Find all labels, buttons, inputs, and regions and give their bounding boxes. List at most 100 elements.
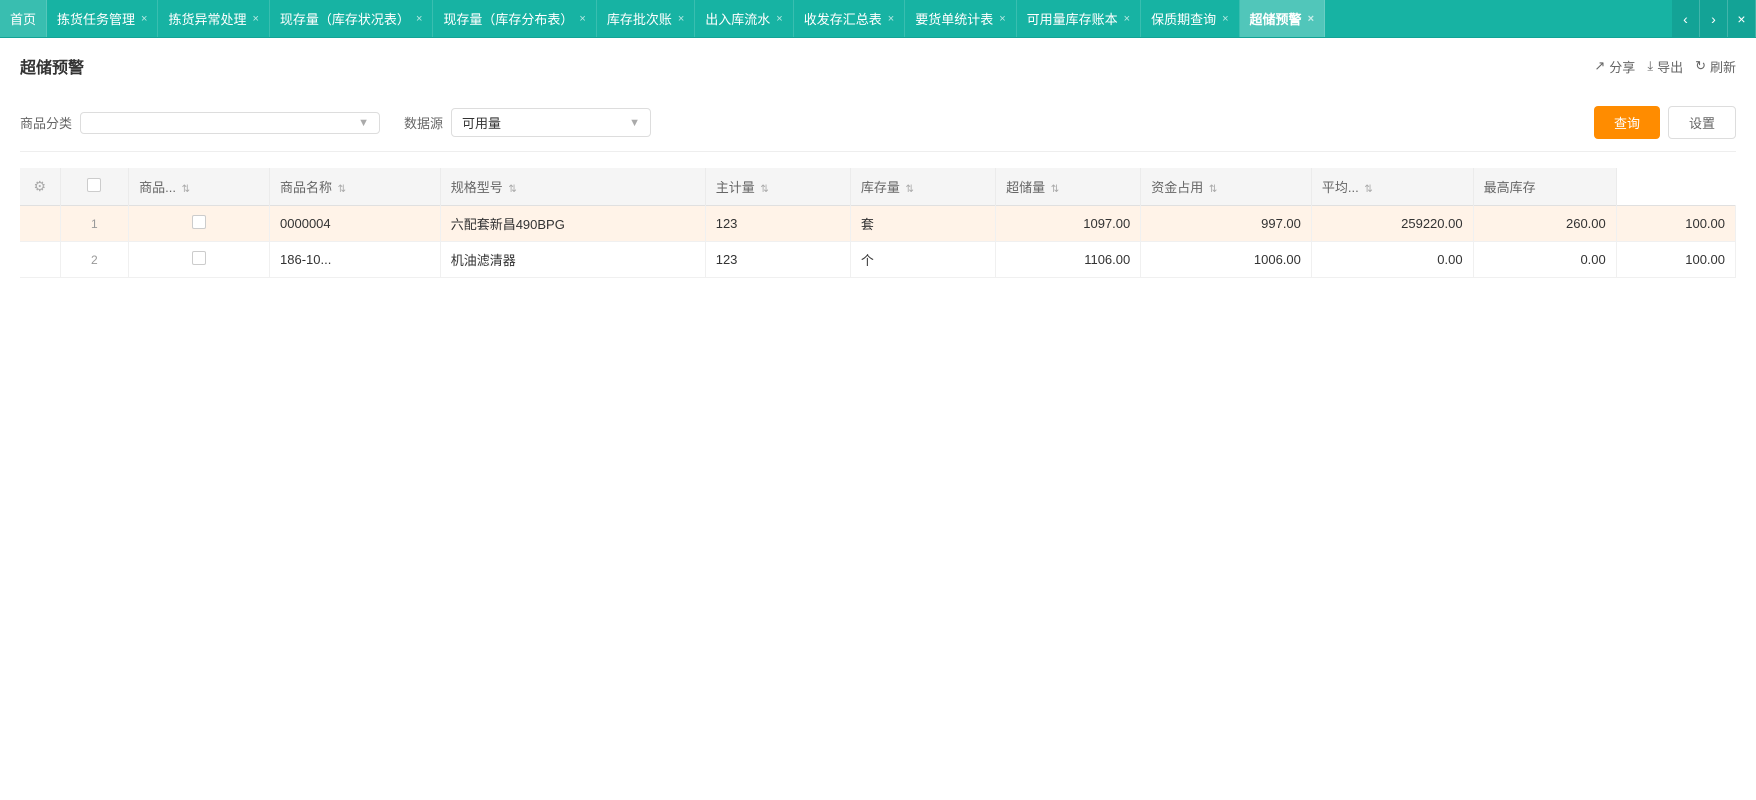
row-unit: 套 xyxy=(850,206,995,242)
nav-tab-batch[interactable]: 库存批次账 × xyxy=(597,0,695,37)
row-checkbox[interactable] xyxy=(192,251,206,265)
sort-icon[interactable]: ⇅ xyxy=(508,184,516,195)
col-capital: 资金占用 ⇅ xyxy=(1141,168,1312,206)
category-label: 商品分类 xyxy=(20,113,72,132)
row-settings-cell xyxy=(20,206,60,242)
sort-icon[interactable]: ⇅ xyxy=(760,184,768,195)
nav-tab-shelf-life[interactable]: 保质期查询 × xyxy=(1141,0,1239,37)
nav-arrows: ‹ › × xyxy=(1672,0,1756,38)
row-spec: 123 xyxy=(705,206,850,242)
sort-icon[interactable]: ⇅ xyxy=(1051,184,1059,195)
filter-actions: 查询 设置 xyxy=(1594,106,1736,139)
close-icon[interactable]: × xyxy=(776,13,782,25)
close-icon[interactable]: × xyxy=(678,13,684,25)
datasource-label: 数据源 xyxy=(404,113,443,132)
export-button[interactable]: ⤓ 导出 xyxy=(1647,57,1683,76)
close-icon[interactable]: × xyxy=(252,13,258,25)
table-row: 1 0000004 六配套新昌490BPG 123 套 1097.00 997.… xyxy=(20,206,1736,242)
nav-tab-available-stock[interactable]: 可用量库存账本 × xyxy=(1017,0,1141,37)
nav-tab-picking-task[interactable]: 拣货任务管理 × xyxy=(47,0,158,37)
top-nav: 首页 拣货任务管理 × 拣货异常处理 × 现存量（库存状况表） × 现存量（库存… xyxy=(0,0,1756,38)
nav-tab-home[interactable]: 首页 xyxy=(0,0,47,37)
refresh-button[interactable]: ↻ 刷新 xyxy=(1695,57,1736,76)
query-button[interactable]: 查询 xyxy=(1594,106,1660,139)
share-icon: ↗ xyxy=(1594,58,1605,74)
col-stock: 库存量 ⇅ xyxy=(850,168,995,206)
row-avg: 260.00 xyxy=(1473,206,1616,242)
sort-icon[interactable]: ⇅ xyxy=(906,184,914,195)
row-unit: 个 xyxy=(850,242,995,278)
row-stock: 1097.00 xyxy=(996,206,1141,242)
row-index-cell: 2 xyxy=(60,242,129,278)
col-product-name: 商品名称 ⇅ xyxy=(270,168,441,206)
nav-close-button[interactable]: × xyxy=(1728,0,1756,38)
page-header: 超储预警 ↗ 分享 ⤓ 导出 ↻ 刷新 xyxy=(20,54,1736,78)
category-select[interactable]: ▼ xyxy=(80,112,380,134)
data-table: ⚙ 商品... ⇅ 商品名称 ⇅ 规格型号 ⇅ 主计量 xyxy=(20,168,1736,278)
header-actions: ↗ 分享 ⤓ 导出 ↻ 刷新 xyxy=(1594,57,1736,76)
row-over-stock: 997.00 xyxy=(1141,206,1312,242)
sort-icon[interactable]: ⇅ xyxy=(182,184,190,195)
nav-next-button[interactable]: › xyxy=(1700,0,1728,38)
row-index-cell: 1 xyxy=(60,206,129,242)
nav-tab-stock-dist[interactable]: 现存量（库存分布表） × xyxy=(433,0,596,37)
nav-prev-button[interactable]: ‹ xyxy=(1672,0,1700,38)
close-icon[interactable]: × xyxy=(999,13,1005,25)
row-over-stock: 1006.00 xyxy=(1141,242,1312,278)
gear-icon[interactable]: ⚙ xyxy=(33,178,46,195)
col-max-stock: 最高库存 xyxy=(1473,168,1616,206)
row-checkbox-cell[interactable] xyxy=(129,206,270,242)
page-title: 超储预警 xyxy=(20,54,84,78)
close-icon[interactable]: × xyxy=(1308,13,1314,25)
row-settings-cell xyxy=(20,242,60,278)
table-settings-header[interactable]: ⚙ xyxy=(20,168,60,206)
close-icon[interactable]: × xyxy=(1124,13,1130,25)
row-capital: 0.00 xyxy=(1311,242,1473,278)
row-checkbox[interactable] xyxy=(192,215,206,229)
page-content: 超储预警 ↗ 分享 ⤓ 导出 ↻ 刷新 商品分类 ▼ 数据源 xyxy=(0,38,1756,800)
nav-tab-stock-status[interactable]: 现存量（库存状况表） × xyxy=(270,0,433,37)
close-icon[interactable]: × xyxy=(416,13,422,25)
row-checkbox-cell[interactable] xyxy=(129,242,270,278)
export-icon: ⤓ xyxy=(1647,58,1653,74)
datasource-value: 可用量 xyxy=(462,113,501,132)
row-product-name: 六配套新昌490BPG xyxy=(440,206,705,242)
close-icon[interactable]: × xyxy=(579,13,585,25)
datasource-select[interactable]: 可用量 ▼ xyxy=(451,108,651,137)
row-stock: 1106.00 xyxy=(996,242,1141,278)
chevron-down-icon: ▼ xyxy=(358,117,369,129)
close-icon[interactable]: × xyxy=(888,13,894,25)
sort-icon[interactable]: ⇅ xyxy=(1364,184,1372,195)
row-max-stock: 100.00 xyxy=(1616,206,1735,242)
nav-tab-order-stats[interactable]: 要货单统计表 × xyxy=(905,0,1016,37)
nav-tab-inout-flow[interactable]: 出入库流水 × xyxy=(695,0,793,37)
row-avg: 0.00 xyxy=(1473,242,1616,278)
nav-tab-summary[interactable]: 收发存汇总表 × xyxy=(794,0,905,37)
col-spec: 规格型号 ⇅ xyxy=(440,168,705,206)
category-filter: 商品分类 ▼ xyxy=(20,112,380,134)
col-over-stock: 超储量 ⇅ xyxy=(996,168,1141,206)
sort-icon[interactable]: ⇅ xyxy=(338,184,346,195)
close-icon[interactable]: × xyxy=(141,13,147,25)
row-product-name: 机油滤清器 xyxy=(440,242,705,278)
row-product-code: 0000004 xyxy=(270,206,441,242)
nav-tab-overstock[interactable]: 超储预警 × xyxy=(1240,0,1325,37)
row-capital: 259220.00 xyxy=(1311,206,1473,242)
sort-icon[interactable]: ⇅ xyxy=(1209,184,1217,195)
filter-bar: 商品分类 ▼ 数据源 可用量 ▼ 查询 设置 xyxy=(20,94,1736,152)
table-header-row: ⚙ 商品... ⇅ 商品名称 ⇅ 规格型号 ⇅ 主计量 xyxy=(20,168,1736,206)
col-unit: 主计量 ⇅ xyxy=(705,168,850,206)
nav-tab-picking-exception[interactable]: 拣货异常处理 × xyxy=(158,0,269,37)
col-product-code: 商品... ⇅ xyxy=(129,168,270,206)
datasource-filter: 数据源 可用量 ▼ xyxy=(404,108,651,137)
select-all-checkbox[interactable] xyxy=(87,178,101,192)
row-product-code: 186-10... xyxy=(270,242,441,278)
share-button[interactable]: ↗ 分享 xyxy=(1594,57,1635,76)
row-spec: 123 xyxy=(705,242,850,278)
chevron-down-icon: ▼ xyxy=(629,117,640,129)
table-checkbox-header[interactable] xyxy=(60,168,129,206)
refresh-icon: ↻ xyxy=(1695,58,1706,74)
close-icon[interactable]: × xyxy=(1222,13,1228,25)
col-avg: 平均... ⇅ xyxy=(1311,168,1473,206)
settings-button[interactable]: 设置 xyxy=(1668,106,1736,139)
